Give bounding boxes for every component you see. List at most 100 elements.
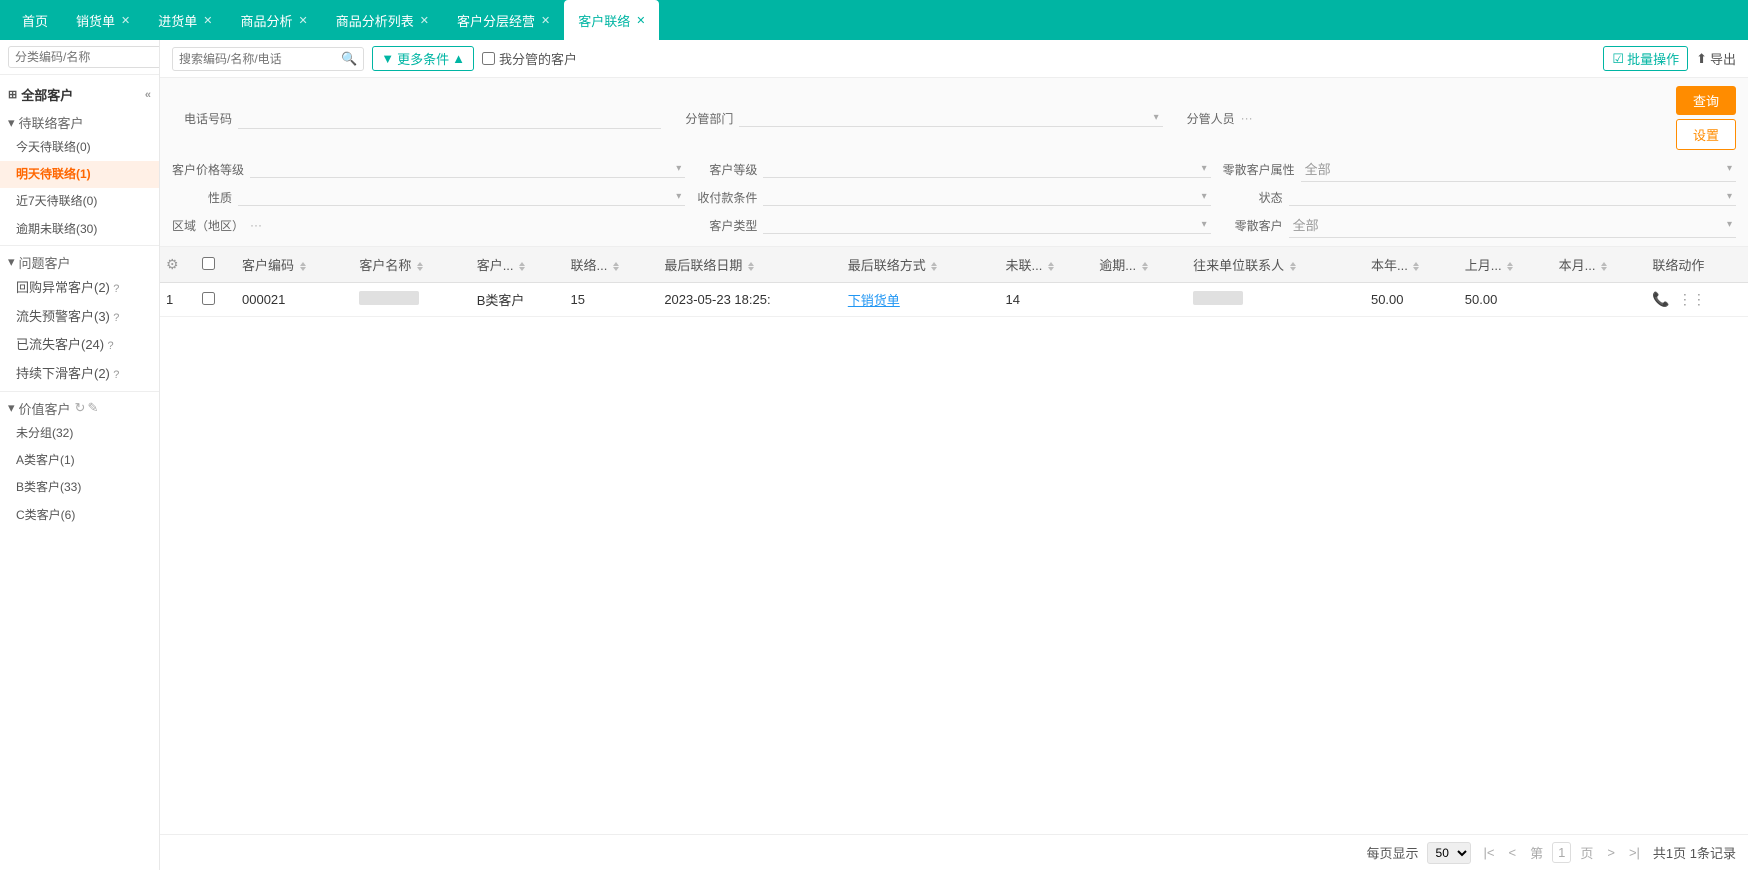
export-button[interactable]: ⬆ 导出 [1696, 49, 1736, 68]
sidebar-item-class-a[interactable]: A类客户(1) [0, 447, 159, 474]
query-actions: 查询 设置 [1676, 86, 1736, 150]
row-actions-cell: 📞 ⋮⋮ [1646, 283, 1748, 317]
filter-actions: ☑ 批量操作 ⬆ 导出 [1603, 46, 1736, 71]
customer-type-field: 客户类型 ▾ [697, 216, 1210, 234]
sort-customer-type[interactable] [519, 262, 525, 271]
set-button[interactable]: 设置 [1676, 119, 1736, 150]
customer-level-chevron-icon: ▾ [1202, 163, 1207, 174]
sidebar-item-lost[interactable]: 已流失客户(24) ? [0, 331, 159, 360]
pending-group-title[interactable]: ▾ 待联络客户 [0, 108, 159, 134]
my-customers-filter[interactable]: 我分管的客户 [482, 49, 577, 68]
sidebar-search-input[interactable] [8, 46, 160, 68]
dept-select[interactable]: ▾ [739, 109, 1162, 127]
page-size-select[interactable]: 50 [1427, 842, 1471, 864]
customer-table: ⚙ 客户编码 客户名称 [160, 247, 1748, 317]
query-button[interactable]: 查询 [1676, 86, 1736, 115]
help-icon-3[interactable]: ? [107, 340, 113, 352]
page-prev-icon[interactable]: < [1504, 843, 1522, 862]
unit-contact-masked [1193, 291, 1243, 305]
sidebar-item-overdue-pending[interactable]: 逾期未联络(30) [0, 216, 159, 243]
col-last-month: 上月... [1459, 247, 1553, 283]
problem-group-title[interactable]: ▾ 问题客户 [0, 248, 159, 274]
price-level-field: 客户价格等级 ▾ [172, 160, 685, 178]
phone-input[interactable] [238, 108, 661, 129]
collapse-icon[interactable]: « [145, 89, 151, 101]
value-group-title[interactable]: ▾ 价值客户 ↻ ✎ [0, 394, 159, 420]
last-contact-method-link[interactable]: 下销货单 [848, 293, 900, 308]
edit-icon[interactable]: ✎ [87, 400, 98, 416]
sidebar-item-class-b[interactable]: B类客户(33) [0, 474, 159, 501]
all-customers-title[interactable]: ⊞ 全部客户 « [0, 81, 159, 108]
gender-select[interactable]: ▾ [238, 188, 685, 206]
sort-this-month[interactable] [1601, 262, 1607, 271]
nav-product-analysis[interactable]: 商品分析 ✕ [226, 0, 321, 40]
page-next-icon[interactable]: > [1602, 843, 1620, 862]
sort-this-year[interactable] [1413, 262, 1419, 271]
retail-customer-chevron-icon: ▾ [1727, 219, 1732, 230]
sort-customer-code[interactable] [300, 262, 306, 271]
help-icon-4[interactable]: ? [113, 369, 119, 381]
gender-chevron-icon: ▾ [676, 191, 681, 202]
help-icon-1[interactable]: ? [113, 283, 119, 295]
page-last-icon[interactable]: >| [1624, 843, 1645, 862]
nav-home[interactable]: 首页 [8, 0, 62, 40]
sort-unit-contact[interactable] [1290, 262, 1296, 271]
nav-product-analysis-close[interactable]: ✕ [299, 14, 308, 27]
region-dots[interactable]: ··· [250, 218, 262, 232]
chevron-up-icon: ▲ [452, 51, 465, 66]
customer-level-select[interactable]: ▾ [763, 160, 1210, 178]
nav-purchase-order[interactable]: 进货单 ✕ [144, 0, 226, 40]
nav-product-analysis-list[interactable]: 商品分析列表 ✕ [322, 0, 443, 40]
arrow-down-icon: ▾ [8, 115, 15, 131]
nav-customer-contact[interactable]: 客户联络 ✕ [564, 0, 659, 40]
nav-purchase-order-close[interactable]: ✕ [203, 14, 212, 27]
sidebar-item-ungrouped[interactable]: 未分组(32) [0, 420, 159, 447]
search-input[interactable] [179, 52, 339, 66]
payment-chevron-icon: ▾ [1202, 191, 1207, 202]
sidebar-item-tomorrow-pending[interactable]: 明天待联络(1) [0, 161, 159, 188]
sort-last-contact-method[interactable] [931, 262, 937, 271]
row-select-checkbox[interactable] [202, 292, 215, 305]
select-all-checkbox[interactable] [202, 257, 215, 270]
sidebar-item-declining[interactable]: 持续下滑客户(2) ? [0, 360, 159, 389]
sidebar-item-class-c[interactable]: C类客户(6) [0, 502, 159, 529]
sort-last-month[interactable] [1507, 262, 1513, 271]
retail-attr-select[interactable]: 全部▾ [1301, 156, 1736, 182]
checkbox-icon: ☑ [1612, 51, 1624, 67]
sort-uncontacted[interactable] [1048, 262, 1054, 271]
nav-customer-contact-close[interactable]: ✕ [636, 14, 645, 27]
nav-customer-segment[interactable]: 客户分层经营 ✕ [443, 0, 564, 40]
action-more-icon[interactable]: ⋮⋮ [1678, 291, 1706, 308]
sort-last-contact-date[interactable] [748, 262, 754, 271]
sort-contact-count[interactable] [613, 262, 619, 271]
sidebar-item-lost-warning[interactable]: 流失预警客户(3) ? [0, 303, 159, 332]
refresh-icon[interactable]: ↻ [75, 400, 86, 416]
manager-dots[interactable]: ··· [1241, 111, 1253, 125]
page-first-icon[interactable]: |< [1479, 843, 1500, 862]
my-customers-checkbox[interactable] [482, 52, 495, 65]
gear-icon[interactable]: ⚙ [166, 256, 179, 272]
nav-customer-segment-close[interactable]: ✕ [541, 14, 550, 27]
nav-sales-order[interactable]: 销货单 ✕ [62, 0, 144, 40]
nav-product-analysis-list-close[interactable]: ✕ [420, 14, 429, 27]
sort-overdue[interactable] [1142, 262, 1148, 271]
status-select[interactable]: ▾ [1289, 188, 1736, 206]
retail-customer-select[interactable]: 全部▾ [1289, 212, 1736, 238]
nav-sales-order-close[interactable]: ✕ [121, 14, 130, 27]
batch-operations-button[interactable]: ☑ 批量操作 [1603, 46, 1688, 71]
price-level-select[interactable]: ▾ [250, 160, 685, 178]
col-customer-code: 客户编码 [236, 247, 353, 283]
more-conditions-button[interactable]: ▼ 更多条件 ▲ [372, 46, 474, 71]
customer-type-select[interactable]: ▾ [763, 216, 1210, 234]
total-records: 共1页 1条记录 [1653, 843, 1736, 862]
row-customer-type: B类客户 [471, 283, 565, 317]
help-icon-2[interactable]: ? [113, 312, 119, 324]
sidebar-item-today-pending[interactable]: 今天待联络(0) [0, 134, 159, 161]
sort-customer-name[interactable] [417, 262, 423, 271]
search-icon[interactable]: 🔍 [341, 51, 357, 67]
sidebar-item-7days-pending[interactable]: 近7天待联络(0) [0, 188, 159, 215]
sidebar-item-repurchase-abnormal[interactable]: 回购异常客户(2) ? [0, 274, 159, 303]
payment-select[interactable]: ▾ [763, 188, 1210, 206]
row-this-year: 50.00 [1365, 283, 1459, 317]
action-phone-icon[interactable]: 📞 [1652, 291, 1669, 308]
